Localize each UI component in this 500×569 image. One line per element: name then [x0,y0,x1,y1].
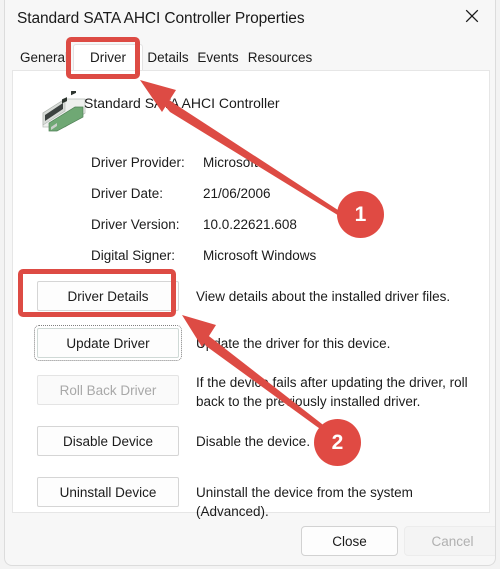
info-row: Digital Signer: Microsoft Windows [13,248,489,268]
update-driver-button-label: Update Driver [66,335,150,351]
update-driver-button[interactable]: Update Driver [34,325,182,361]
device-name: Standard SATA AHCI Controller [84,95,280,111]
tab-label: Resources [247,50,313,65]
tab-label: Driver [90,50,126,65]
info-value-driver-date: 21/06/2006 [203,186,271,201]
update-driver-description: Update the driver for this device. [196,336,391,351]
info-row: Driver Provider: Microsoft [13,155,489,175]
info-label-driver-date: Driver Date: [91,186,164,201]
tab-label: Details [147,50,189,65]
disable-device-button[interactable]: Disable Device [37,426,179,456]
close-icon [465,9,479,23]
driver-details-button[interactable]: Driver Details [37,281,179,311]
tab-driver[interactable]: Driver [73,44,143,71]
info-value-digital-signer: Microsoft Windows [203,248,317,263]
roll-back-driver-button-label: Roll Back Driver [59,382,157,398]
close-button-label: Close [332,533,367,549]
cancel-button: Cancel [404,526,495,556]
driver-details-button-label: Driver Details [67,288,149,304]
disable-device-description: Disable the device. [196,434,311,449]
driver-tab-panel: Standard SATA AHCI Controller Driver Pro… [12,70,490,519]
info-label-driver-version: Driver Version: [91,217,180,232]
tab-resources[interactable]: Resources [239,44,321,71]
tab-general[interactable]: General [13,44,75,71]
tab-label: Events [197,50,239,65]
info-label-driver-provider: Driver Provider: [91,155,185,170]
info-label-digital-signer: Digital Signer: [91,248,176,263]
roll-back-driver-description: If the device fails after updating the d… [196,375,468,409]
roll-back-driver-button: Roll Back Driver [37,375,179,405]
uninstall-device-button-label: Uninstall Device [59,484,157,500]
window-title: Standard SATA AHCI Controller Properties [17,10,305,27]
properties-dialog: Standard SATA AHCI Controller Properties… [4,0,496,566]
info-row: Driver Date: 21/06/2006 [13,186,489,206]
title-bar: Standard SATA AHCI Controller Properties [5,0,495,40]
tab-label: General [19,50,69,65]
disable-device-button-label: Disable Device [62,433,154,449]
cancel-button-label: Cancel [431,533,474,549]
uninstall-device-button[interactable]: Uninstall Device [37,477,179,507]
info-value-driver-version: 10.0.22621.608 [203,217,297,232]
driver-details-description: View details about the installed driver … [196,289,451,304]
close-button[interactable]: Close [301,526,398,556]
dialog-footer: Close Cancel [5,513,495,565]
info-row: Driver Version: 10.0.22621.608 [13,217,489,237]
expansion-card-icon [35,88,89,135]
close-window-button[interactable] [449,0,495,32]
tab-strip: General Driver Details Events Resources [5,40,495,71]
info-value-driver-provider: Microsoft [203,155,258,170]
